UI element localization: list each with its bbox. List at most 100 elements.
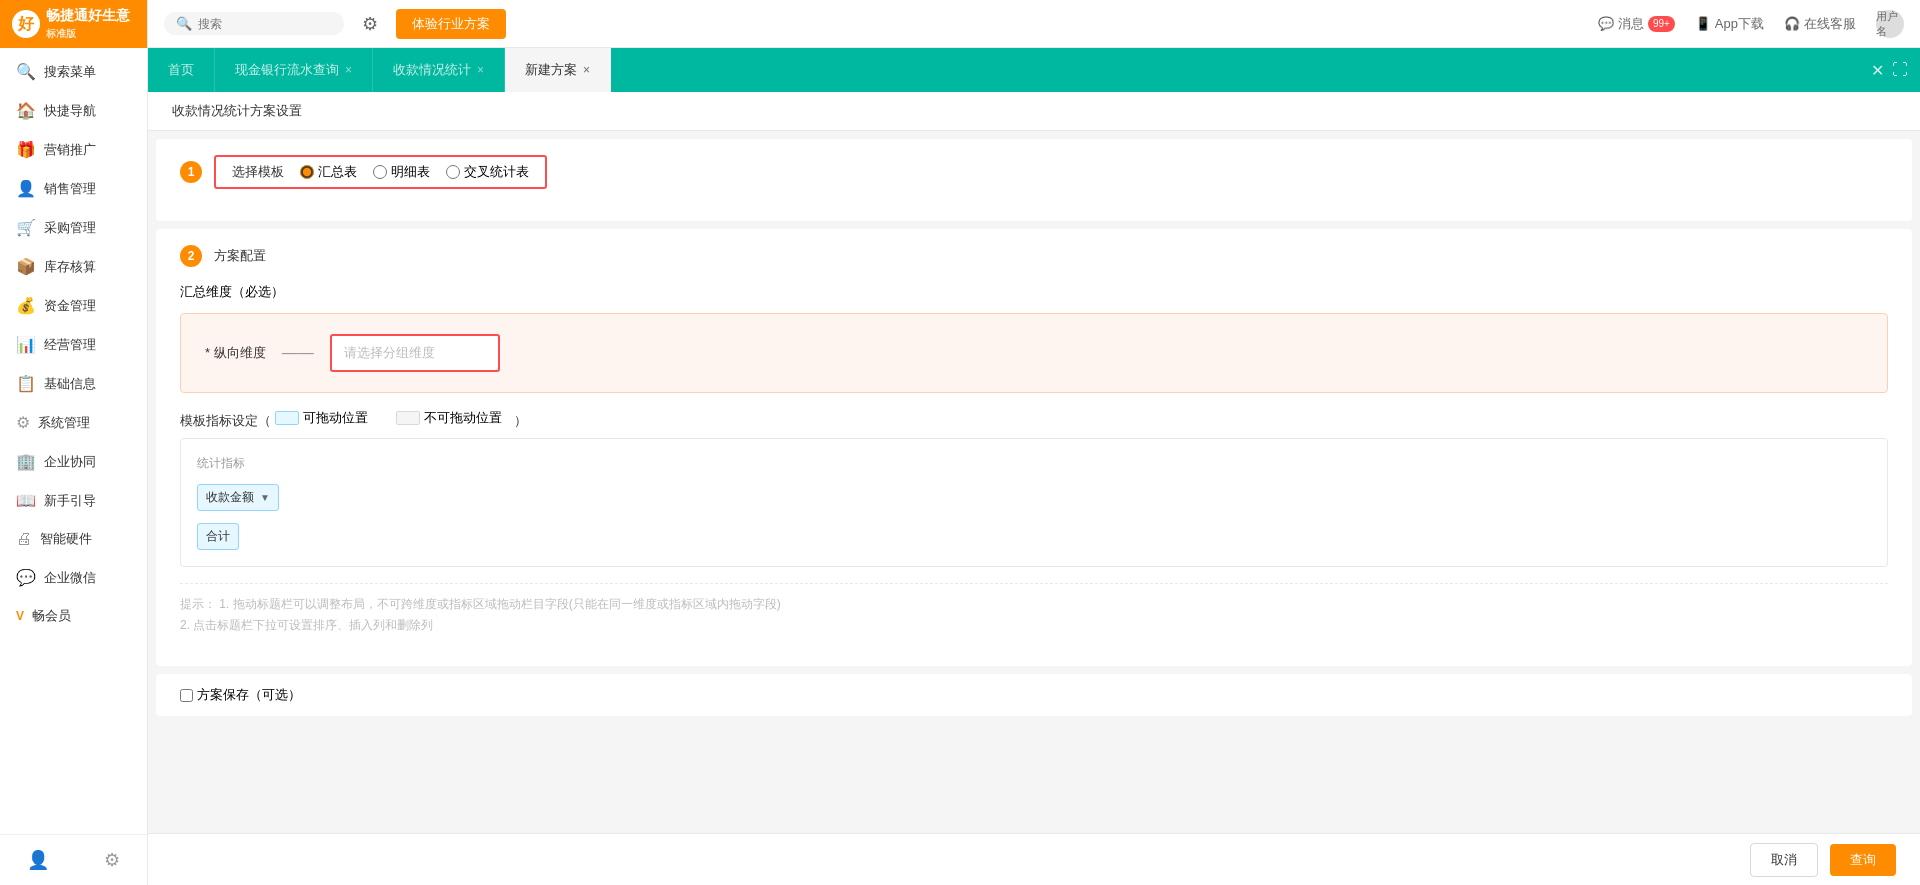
cancel-button[interactable]: 取消 [1750, 843, 1818, 877]
tab-bank-flow[interactable]: 现金银行流水查询 × [215, 48, 373, 92]
user-avatar[interactable]: 用户名 [1876, 10, 1904, 38]
subtotal-tag: 合计 [197, 523, 239, 550]
indicator-title: 统计指标 [197, 455, 1871, 472]
message-button[interactable]: 💬 消息 99+ [1598, 15, 1675, 33]
sidebar-item-enterprise[interactable]: 🏢 企业协同 [0, 442, 147, 481]
sidebar-item-label: 企业微信 [44, 569, 96, 587]
sidebar-item-basic-info[interactable]: 📋 基础信息 [0, 364, 147, 403]
tab-receipt-stat-close[interactable]: × [477, 63, 484, 77]
search-box[interactable]: 🔍 [164, 12, 344, 35]
step1-section: 1 选择模板 汇总表 明细表 交叉统 [156, 139, 1912, 221]
radio-summary[interactable]: 汇总表 [300, 163, 357, 181]
radio-cross-input[interactable] [446, 165, 460, 179]
sidebar-item-label: 系统管理 [38, 414, 90, 432]
sidebar-item-guide[interactable]: 📖 新手引导 [0, 481, 147, 520]
bottom-bar: 取消 查询 [148, 833, 1920, 885]
logo-icon: 好 [12, 10, 40, 38]
vertical-dim-label: * 纵向维度 [205, 344, 266, 362]
page-title-bar: 收款情况统计方案设置 [148, 92, 1920, 131]
online-service-button[interactable]: 🎧 在线客服 [1784, 15, 1856, 33]
app-download-button[interactable]: 📱 App下载 [1695, 15, 1764, 33]
tab-expand-button[interactable]: ⛶ [1892, 61, 1908, 79]
sidebar-item-search-menu[interactable]: 🔍 搜索菜单 [0, 52, 147, 91]
amount-tag-label: 收款金额 [206, 489, 254, 506]
sidebar-item-wechat[interactable]: 💬 企业微信 [0, 558, 147, 597]
search-icon: 🔍 [176, 16, 192, 31]
search-input[interactable] [198, 17, 318, 31]
page-title: 收款情况统计方案设置 [172, 103, 302, 118]
app-download-label: App下载 [1715, 15, 1764, 33]
sidebar-item-purchase[interactable]: 🛒 采购管理 [0, 208, 147, 247]
tab-new-plan-close[interactable]: × [583, 63, 590, 77]
radio-summary-label: 汇总表 [318, 163, 357, 181]
sidebar-bottom-left[interactable]: 👤 [21, 843, 55, 877]
tab-bank-flow-close[interactable]: × [345, 63, 352, 77]
sidebar-item-quick-nav[interactable]: 🏠 快捷导航 [0, 91, 147, 130]
sidebar-item-label: 智能硬件 [40, 530, 92, 548]
system-icon: ⚙ [16, 413, 30, 432]
tab-receipt-stat[interactable]: 收款情况统计 × [373, 48, 505, 92]
step1-num: 1 [180, 161, 202, 183]
sidebar-item-sales[interactable]: 👤 销售管理 [0, 169, 147, 208]
amount-tag[interactable]: 收款金额 ▼ [197, 484, 279, 511]
sidebar-bottom-right[interactable]: ⚙ [98, 843, 126, 877]
query-button[interactable]: 查询 [1830, 844, 1896, 876]
sidebar-item-system[interactable]: ⚙ 系统管理 [0, 403, 147, 442]
step2-label: 方案配置 [214, 247, 266, 265]
indicator-settings-row: 模板指标设定（ 可拖动位置 不可拖动位置 ） [180, 409, 1888, 430]
sidebar-item-member[interactable]: V 畅会员 [0, 597, 147, 635]
sidebar-item-label: 采购管理 [44, 219, 96, 237]
sidebar: 好 畅捷通好生意 标准版 🔍 搜索菜单 🏠 快捷导航 🎁 营销推广 👤 销售管理… [0, 0, 148, 885]
indicator-settings-mid-label [379, 413, 392, 428]
radio-cross-label: 交叉统计表 [464, 163, 529, 181]
dim-title-row: 汇总维度（必选） [180, 283, 1888, 301]
legend-nodrag: 不可拖动位置 [396, 409, 502, 427]
sidebar-item-inventory[interactable]: 📦 库存核算 [0, 247, 147, 286]
service-icon: 🎧 [1784, 16, 1800, 31]
settings-icon[interactable]: ⚙ [356, 10, 384, 38]
purchase-icon: 🛒 [16, 218, 36, 237]
drag-indicator [275, 411, 299, 425]
dimension-area: * 纵向维度 —— 请选择分组维度 [180, 313, 1888, 393]
tab-close-all-button[interactable]: ✕ [1871, 61, 1884, 80]
save-plan-checkbox[interactable]: 方案保存（可选） [180, 686, 301, 704]
topbar: 🔍 ⚙ 体验行业方案 💬 消息 99+ 📱 App下载 🎧 在线客服 用户名 [148, 0, 1920, 48]
legend-drag-label: 可拖动位置 [303, 409, 368, 427]
sidebar-menu: 🔍 搜索菜单 🏠 快捷导航 🎁 营销推广 👤 销售管理 🛒 采购管理 📦 库存核… [0, 48, 147, 834]
step2-title-row: 2 方案配置 [180, 245, 1888, 267]
nodrag-indicator [396, 411, 420, 425]
step1-row: 1 选择模板 汇总表 明细表 交叉统 [180, 155, 1888, 189]
sidebar-item-smart-hw[interactable]: 🖨 智能硬件 [0, 520, 147, 558]
radio-cross[interactable]: 交叉统计表 [446, 163, 529, 181]
sidebar-item-label: 资金管理 [44, 297, 96, 315]
template-radio-group: 汇总表 明细表 交叉统计表 [300, 163, 529, 181]
indicator-section: 统计指标 收款金额 ▼ 合计 [180, 438, 1888, 567]
online-service-label: 在线客服 [1804, 15, 1856, 33]
save-plan-input[interactable] [180, 689, 193, 702]
sidebar-item-finance[interactable]: 💰 资金管理 [0, 286, 147, 325]
enterprise-icon: 🏢 [16, 452, 36, 471]
sidebar-item-label: 新手引导 [44, 492, 96, 510]
summary-dim-title: 汇总维度（必选） [180, 283, 284, 301]
main-area: 🔍 ⚙ 体验行业方案 💬 消息 99+ 📱 App下载 🎧 在线客服 用户名 [148, 0, 1920, 885]
group-dim-select[interactable]: 请选择分组维度 [330, 334, 500, 372]
arrow-icon: —— [282, 344, 314, 362]
wechat-icon: 💬 [16, 568, 36, 587]
sidebar-item-label: 企业协同 [44, 453, 96, 471]
content-area: 收款情况统计方案设置 1 选择模板 汇总表 明细表 [148, 92, 1920, 833]
sidebar-item-marketing[interactable]: 🎁 营销推广 [0, 130, 147, 169]
sidebar-item-label: 经营管理 [44, 336, 96, 354]
guide-icon: 📖 [16, 491, 36, 510]
dimension-row: * 纵向维度 —— 请选择分组维度 [205, 334, 1863, 372]
indicator-settings-end-label: ） [514, 413, 527, 428]
sidebar-item-label: 销售管理 [44, 180, 96, 198]
radio-summary-input[interactable] [300, 165, 314, 179]
radio-detail[interactable]: 明细表 [373, 163, 430, 181]
radio-detail-input[interactable] [373, 165, 387, 179]
sidebar-item-operations[interactable]: 📊 经营管理 [0, 325, 147, 364]
quick-nav-icon: 🏠 [16, 101, 36, 120]
industry-plan-button[interactable]: 体验行业方案 [396, 9, 506, 39]
tab-new-plan[interactable]: 新建方案 × [505, 48, 611, 92]
tab-home[interactable]: 首页 [148, 48, 215, 92]
sales-icon: 👤 [16, 179, 36, 198]
